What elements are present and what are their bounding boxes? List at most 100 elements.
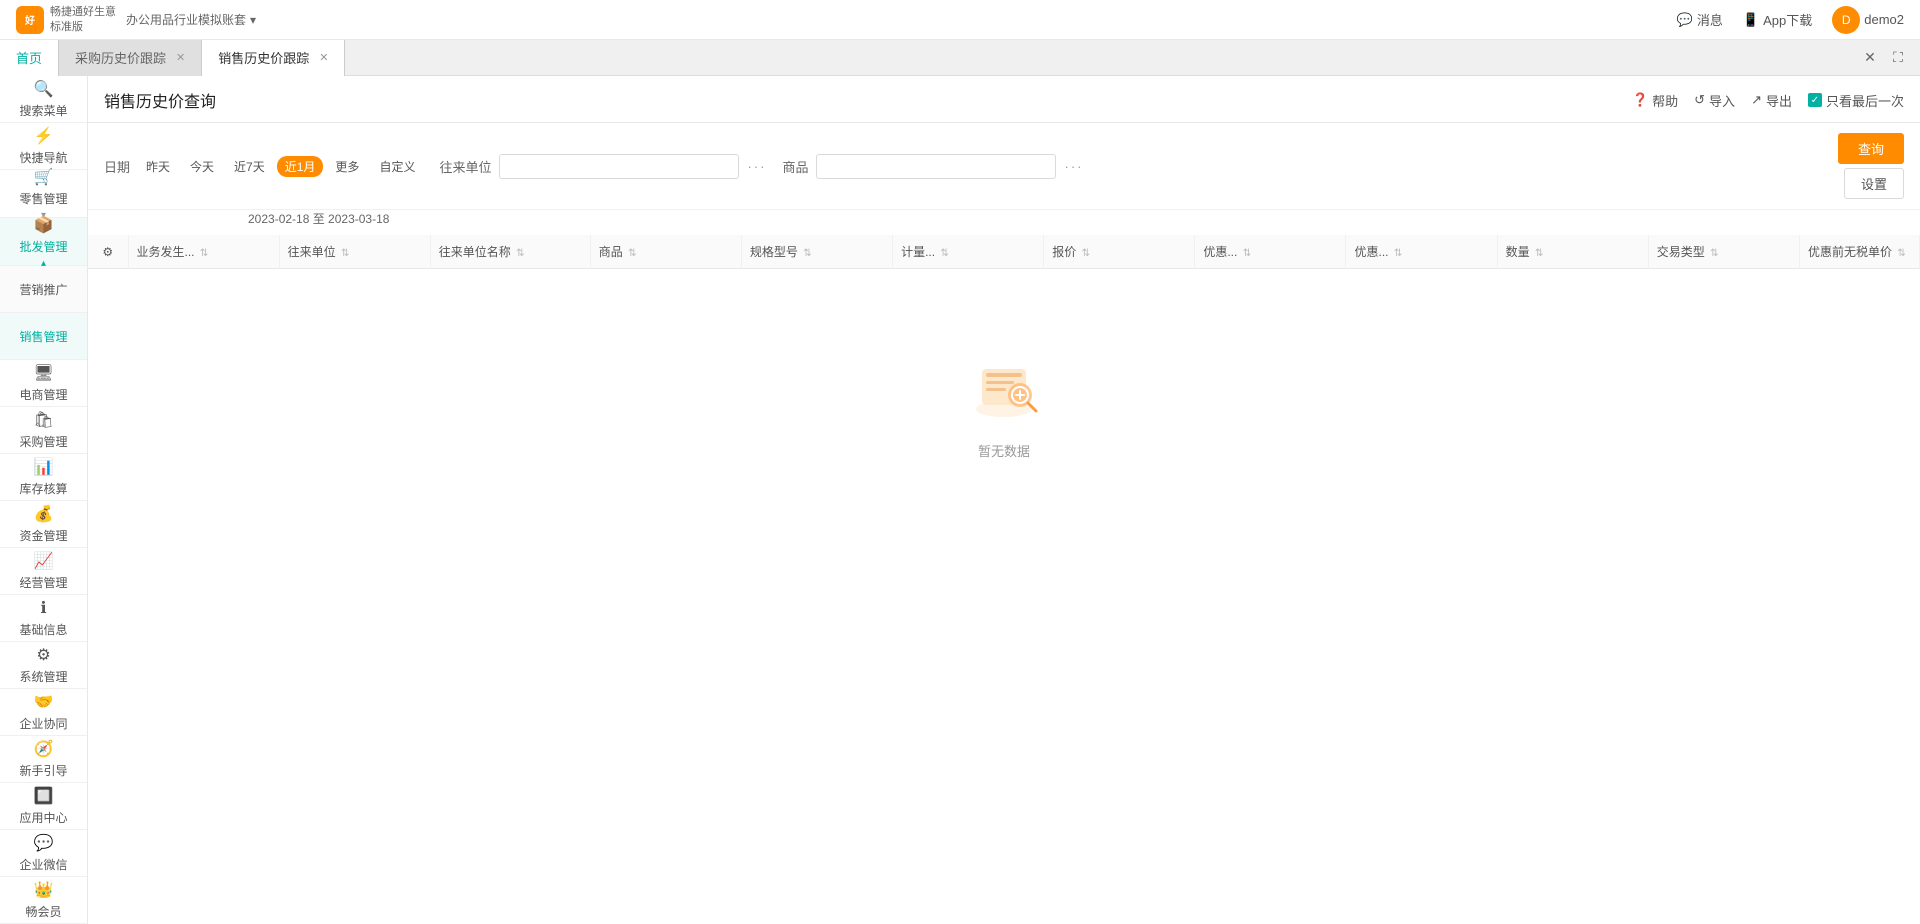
query-btn[interactable]: 查询 bbox=[1838, 133, 1904, 164]
svg-text:好: 好 bbox=[24, 14, 35, 27]
app-selector[interactable]: 办公用品行业模拟账套 ▾ bbox=[126, 11, 256, 28]
date-range-display: 2023-02-18 至 2023-03-18 bbox=[88, 210, 1920, 235]
top-bar-right: 💬 消息 📱 App下载 D demo2 bbox=[1677, 6, 1904, 34]
content: 销售历史价查询 ❓ 帮助 ↺ 导入 ↗ 导出 ✓ bbox=[88, 76, 1920, 924]
date-label: 日期 bbox=[104, 157, 130, 176]
th-quote-price[interactable]: 报价 ⇅ bbox=[1044, 235, 1195, 269]
th-discount2[interactable]: 优惠... ⇅ bbox=[1346, 235, 1497, 269]
message-btn[interactable]: 💬 消息 bbox=[1677, 10, 1723, 29]
main-layout: 🔍 搜索菜单 ⚡ 快捷导航 🛒 零售管理 ▾ 📦 批发管理 ▴ 营销推广 销售管… bbox=[0, 76, 1920, 924]
empty-icon bbox=[964, 349, 1044, 429]
sidebar-item-retail-mgmt[interactable]: 🛒 零售管理 ▾ bbox=[0, 170, 87, 218]
user-area[interactable]: D demo2 bbox=[1832, 6, 1904, 34]
date-option-last7[interactable]: 近7天 bbox=[226, 156, 273, 177]
th-qty[interactable]: 数量 ⇅ bbox=[1497, 235, 1648, 269]
sidebar-item-quick-nav[interactable]: ⚡ 快捷导航 bbox=[0, 123, 87, 170]
date-option-more[interactable]: 更多 bbox=[327, 156, 367, 177]
settings-btn[interactable]: 设置 bbox=[1844, 168, 1904, 199]
tab-purchase-history-close[interactable]: ✕ bbox=[176, 51, 185, 64]
partner-dots[interactable]: ··· bbox=[747, 159, 766, 174]
sidebar-item-enterprise-wechat[interactable]: 💬 企业微信 bbox=[0, 830, 87, 877]
sort-icon-partner-name: ⇅ bbox=[516, 248, 524, 259]
logo-text: 畅捷通好生意 标准版 bbox=[50, 5, 116, 34]
logo-area: 好 畅捷通好生意 标准版 bbox=[16, 5, 116, 34]
sidebar-item-new-guide[interactable]: 🧭 新手引导 bbox=[0, 736, 87, 783]
partner-filter-group: 往来单位 ··· bbox=[439, 154, 766, 179]
date-option-last1month[interactable]: 近1月 bbox=[277, 156, 324, 177]
export-icon: ↗ bbox=[1751, 92, 1762, 108]
tab-sales-history[interactable]: 销售历史价跟踪 ✕ bbox=[202, 40, 345, 76]
message-icon: 💬 bbox=[1677, 12, 1693, 28]
goods-label: 商品 bbox=[782, 157, 808, 176]
new-guide-icon: 🧭 bbox=[34, 739, 54, 759]
partner-input[interactable] bbox=[499, 154, 739, 179]
help-btn[interactable]: ❓ 帮助 bbox=[1632, 91, 1678, 110]
goods-input[interactable] bbox=[816, 154, 1056, 179]
sidebar-item-wholesale-mgmt[interactable]: 📦 批发管理 ▴ bbox=[0, 218, 87, 266]
download-icon: 📱 bbox=[1743, 12, 1759, 28]
tab-expand-btn[interactable]: ⛶ bbox=[1888, 48, 1908, 68]
th-settings[interactable]: ⚙ bbox=[88, 235, 128, 269]
sidebar-item-vip-member[interactable]: 👑 畅会员 bbox=[0, 877, 87, 924]
export-btn[interactable]: ↗ 导出 bbox=[1751, 91, 1792, 110]
inventory-icon: 📊 bbox=[34, 457, 54, 477]
tab-bar-actions: ✕ ⛶ bbox=[1860, 48, 1920, 68]
sidebar-item-inventory[interactable]: 📊 库存核算 bbox=[0, 454, 87, 501]
tab-close-all-btn[interactable]: ✕ bbox=[1860, 48, 1880, 68]
app-download-btn[interactable]: 📱 App下载 bbox=[1743, 10, 1812, 29]
sidebar: 🔍 搜索菜单 ⚡ 快捷导航 🛒 零售管理 ▾ 📦 批发管理 ▴ 营销推广 销售管… bbox=[0, 76, 88, 924]
date-option-custom[interactable]: 自定义 bbox=[371, 156, 423, 177]
sidebar-item-marketing[interactable]: 营销推广 bbox=[0, 266, 87, 313]
purchase-mgmt-icon: 🛍 bbox=[33, 410, 53, 430]
sidebar-item-enterprise-coop[interactable]: 🤝 企业协同 bbox=[0, 689, 87, 736]
partner-label: 往来单位 bbox=[439, 157, 491, 176]
sort-icon-partner-code: ⇅ bbox=[341, 248, 349, 259]
settings-icon: ⚙ bbox=[102, 245, 113, 259]
data-table: ⚙ 业务发生... ⇅ 往来单位 ⇅ 往来单位名称 bbox=[88, 235, 1920, 269]
th-spec[interactable]: 规格型号 ⇅ bbox=[741, 235, 892, 269]
sidebar-item-app-center[interactable]: 🔲 应用中心 bbox=[0, 783, 87, 830]
operations-icon: 📈 bbox=[34, 551, 54, 571]
sidebar-item-sales-mgmt[interactable]: 销售管理 bbox=[0, 313, 87, 360]
sidebar-item-basic-info[interactable]: ℹ 基础信息 bbox=[0, 595, 87, 642]
sidebar-item-search-menu[interactable]: 🔍 搜索菜单 bbox=[0, 76, 87, 123]
th-goods[interactable]: 商品 ⇅ bbox=[590, 235, 741, 269]
sidebar-item-finance[interactable]: 💰 资金管理 bbox=[0, 501, 87, 548]
system-icon: ⚙ bbox=[36, 645, 50, 665]
goods-dots[interactable]: ··· bbox=[1064, 159, 1083, 174]
th-biz-date[interactable]: 业务发生... ⇅ bbox=[128, 235, 279, 269]
tab-purchase-history[interactable]: 采购历史价跟踪 ✕ bbox=[59, 40, 202, 76]
th-partner-name[interactable]: 往来单位名称 ⇅ bbox=[430, 235, 590, 269]
import-icon: ↺ bbox=[1694, 92, 1705, 108]
th-partner-code[interactable]: 往来单位 ⇅ bbox=[279, 235, 430, 269]
logo-icon: 好 bbox=[16, 6, 44, 34]
th-discount1[interactable]: 优惠... ⇅ bbox=[1195, 235, 1346, 269]
sort-icon-quote-price: ⇅ bbox=[1082, 248, 1090, 259]
date-option-today[interactable]: 今天 bbox=[182, 156, 222, 177]
th-tax-free-price[interactable]: 优惠前无税单价 ⇅ bbox=[1800, 235, 1920, 269]
tab-home[interactable]: 首页 bbox=[0, 40, 59, 76]
date-filter-group: 日期 昨天 今天 近7天 近1月 更多 自定义 bbox=[104, 156, 423, 177]
date-option-yesterday[interactable]: 昨天 bbox=[138, 156, 178, 177]
sort-icon-unit: ⇅ bbox=[940, 248, 948, 259]
top-bar: 好 畅捷通好生意 标准版 办公用品行业模拟账套 ▾ 💬 消息 📱 App下载 D… bbox=[0, 0, 1920, 40]
th-unit[interactable]: 计量... ⇅ bbox=[893, 235, 1044, 269]
sidebar-item-operations[interactable]: 📈 经营管理 bbox=[0, 548, 87, 595]
table-header: ⚙ 业务发生... ⇅ 往来单位 ⇅ 往来单位名称 bbox=[88, 235, 1920, 269]
page-container: 销售历史价查询 ❓ 帮助 ↺ 导入 ↗ 导出 ✓ bbox=[88, 76, 1920, 924]
sidebar-item-purchase-mgmt[interactable]: 🛍 采购管理 bbox=[0, 407, 87, 454]
only-last-toggle[interactable]: ✓ 只看最后一次 bbox=[1808, 91, 1904, 110]
query-btn-area: 查询 设置 bbox=[1838, 133, 1904, 199]
quick-nav-icon: ⚡ bbox=[34, 126, 54, 146]
import-btn[interactable]: ↺ 导入 bbox=[1694, 91, 1735, 110]
table-container: ⚙ 业务发生... ⇅ 往来单位 ⇅ 往来单位名称 bbox=[88, 235, 1920, 924]
sort-icon-biz-date: ⇅ bbox=[200, 248, 208, 259]
tab-bar: 首页 采购历史价跟踪 ✕ 销售历史价跟踪 ✕ ✕ ⛶ bbox=[0, 40, 1920, 76]
filter-row: 日期 昨天 今天 近7天 近1月 更多 自定义 往来单位 ··· bbox=[88, 123, 1920, 210]
th-trade-type[interactable]: 交易类型 ⇅ bbox=[1648, 235, 1799, 269]
sidebar-item-system[interactable]: ⚙ 系统管理 bbox=[0, 642, 87, 689]
sidebar-item-ecommerce[interactable]: 🖥 电商管理 bbox=[0, 360, 87, 407]
goods-filter-group: 商品 ··· bbox=[782, 154, 1083, 179]
tab-sales-history-close[interactable]: ✕ bbox=[319, 51, 328, 64]
vip-member-icon: 👑 bbox=[34, 880, 54, 900]
